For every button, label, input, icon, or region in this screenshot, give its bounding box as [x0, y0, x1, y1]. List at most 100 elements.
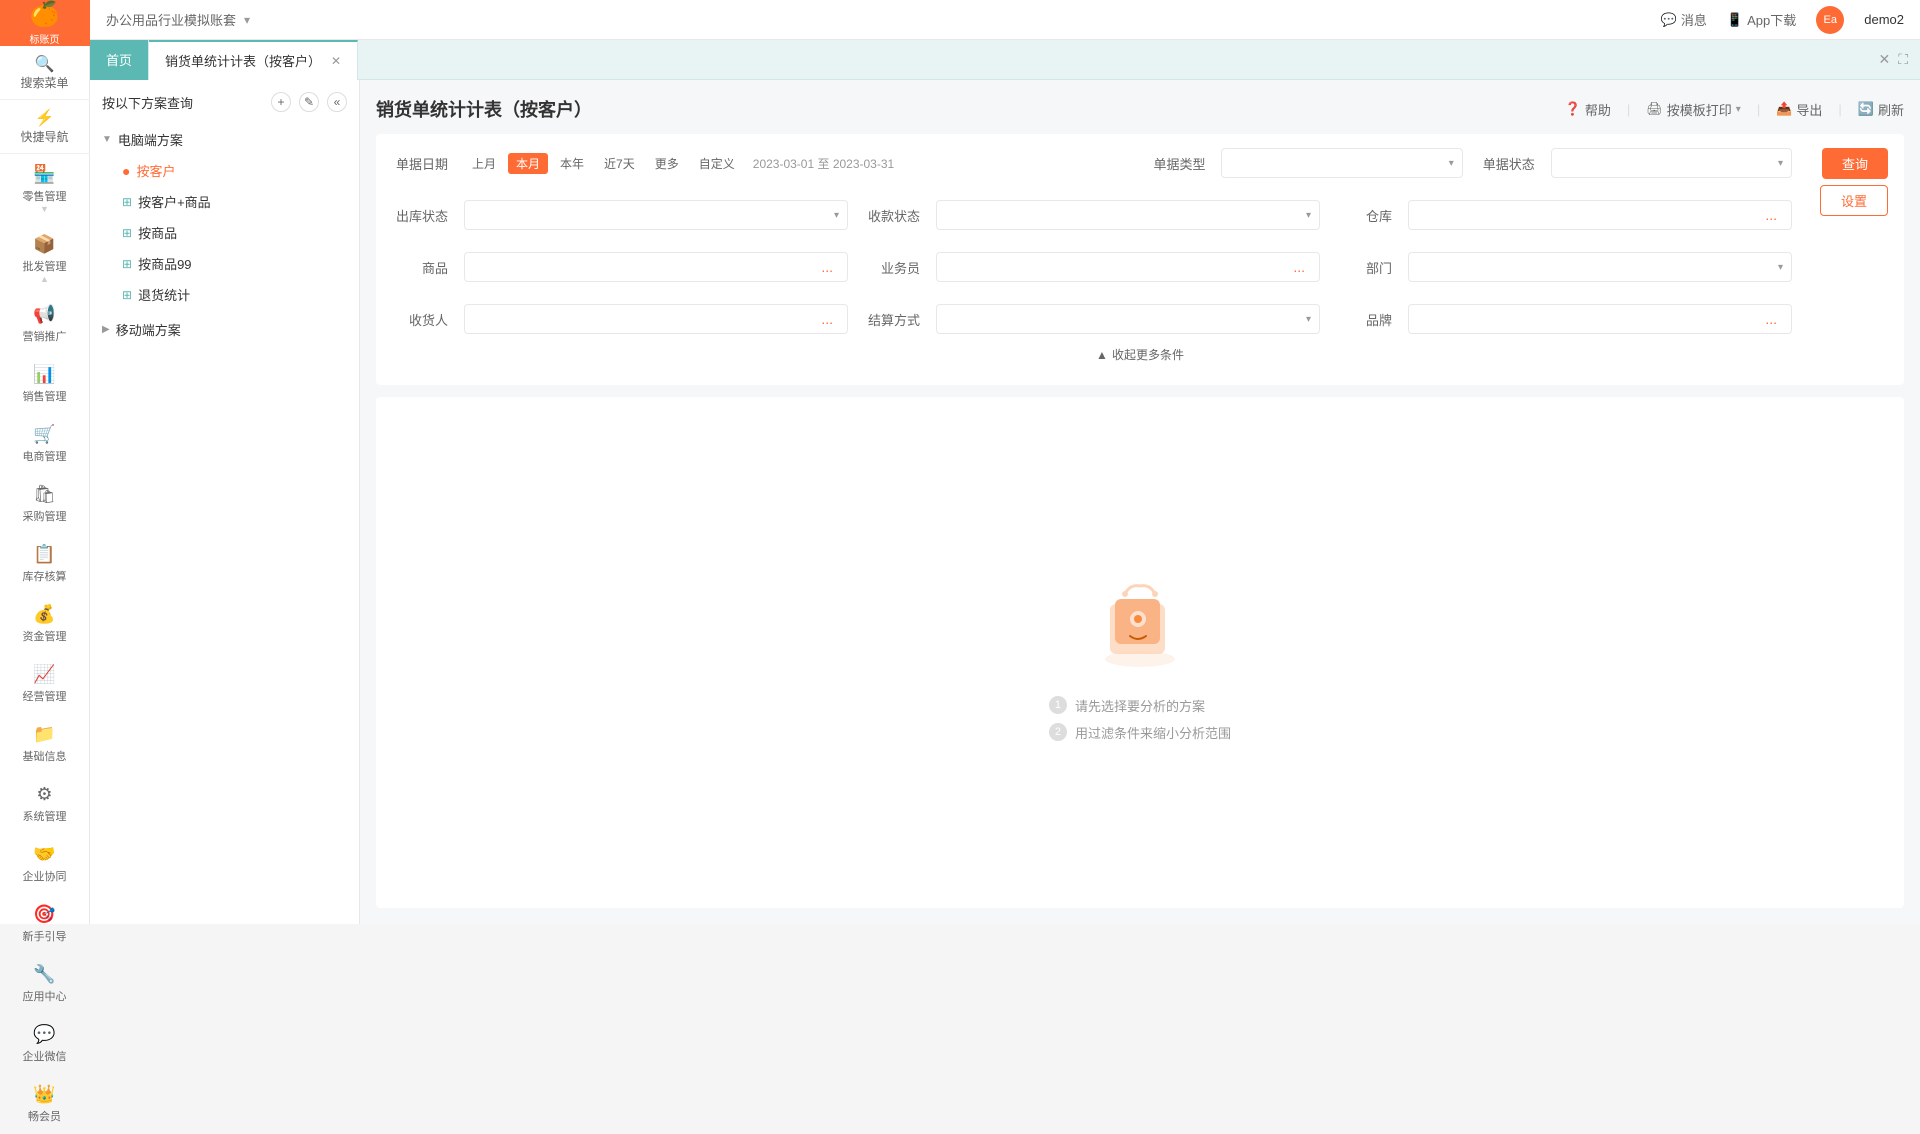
- warehouse-field[interactable]: ...: [1408, 200, 1792, 230]
- warehouse-dots[interactable]: ...: [1759, 205, 1783, 225]
- content-wrapper: 按以下方案查询 + ✎ « ▼ 电脑端方案 ● 按客户 ⊞ 按客户: [90, 80, 1920, 924]
- doc-type-select[interactable]: ▾: [1221, 148, 1462, 178]
- panel-collapse-btn[interactable]: «: [327, 92, 347, 112]
- date-btn-last7[interactable]: 近7天: [596, 153, 643, 174]
- collapse-btn[interactable]: ▲ 收起更多条件: [1084, 342, 1196, 367]
- settings-button[interactable]: 设置: [1820, 185, 1888, 216]
- sidebar-item-member[interactable]: 👑 畅会员: [0, 1074, 90, 1134]
- header-left: 办公用品行业模拟账套 ▾: [106, 10, 250, 29]
- sidebar-item-purchase-label: 采购管理: [23, 508, 67, 524]
- sidebar-item-wholesale[interactable]: 📦 批发管理 ▲: [0, 224, 90, 294]
- sidebar-item-operations[interactable]: 📈 经营管理: [0, 654, 90, 714]
- scheme-group-mobile: ▶ 移动端方案: [90, 314, 359, 345]
- scheme-by-customer-product-label: 按客户+商品: [138, 192, 211, 211]
- sidebar-item-purchase[interactable]: 🛍 采购管理: [0, 474, 90, 534]
- retail-icon: 🏪: [33, 164, 55, 185]
- sidebar-item-newuser[interactable]: 🎯 新手引导: [0, 894, 90, 954]
- date-btn-more[interactable]: 更多: [647, 153, 687, 174]
- recipient-dots[interactable]: ...: [815, 309, 839, 329]
- sidebar-logo[interactable]: 🍊 标账页: [0, 0, 90, 46]
- maximize-icon[interactable]: ⛶: [1898, 51, 1908, 68]
- message-label: 消息: [1681, 10, 1707, 29]
- message-icon: 💬: [1661, 12, 1677, 28]
- marketing-icon: 📢: [33, 304, 55, 325]
- sidebar-item-wechat[interactable]: 💬 企业微信: [0, 1014, 90, 1074]
- product-field[interactable]: ...: [464, 252, 848, 282]
- scheme-return-stat-label: 退货统计: [138, 285, 190, 304]
- tip-1-num: 1: [1049, 696, 1067, 714]
- scheme-group-mobile-header[interactable]: ▶ 移动端方案: [90, 314, 359, 345]
- recipient-field[interactable]: ...: [464, 304, 848, 334]
- desktop-group-label: 电脑端方案: [118, 130, 183, 149]
- payment-status-select[interactable]: ▾: [936, 200, 1320, 230]
- scheme-item-by-product99[interactable]: ⊞ 按商品99: [90, 248, 359, 279]
- tab-sales-stat[interactable]: 销货单统计计表（按客户） ✕: [149, 40, 358, 80]
- doc-status-select[interactable]: ▾: [1551, 148, 1792, 178]
- sidebar-item-appcenter[interactable]: 🔧 应用中心: [0, 954, 90, 1014]
- warehouse-label: 仓库: [1336, 206, 1392, 225]
- tab-sales-stat-label: 销货单统计计表（按客户）: [165, 51, 321, 70]
- out-status-arrow: ▾: [834, 210, 839, 221]
- basic-icon: 📁: [33, 724, 55, 745]
- sidebar-search[interactable]: 🔍 搜索菜单: [0, 46, 90, 100]
- tip-2-text: 用过滤条件来缩小分析范围: [1075, 723, 1231, 742]
- refresh-action[interactable]: 🔄 刷新: [1858, 100, 1904, 119]
- tab-bar: 首页 销货单统计计表（按客户） ✕ ✕ ⛶: [90, 40, 1920, 80]
- sidebar-item-enterprise[interactable]: 🤝 企业协同: [0, 834, 90, 894]
- empty-icon: [1080, 564, 1200, 684]
- header-title: 办公用品行业模拟账套: [106, 10, 236, 29]
- template-print-action[interactable]: 🖨 按模板打印 ▾: [1646, 100, 1741, 119]
- tab-home[interactable]: 首页: [90, 40, 149, 80]
- finance-icon: 💰: [33, 604, 55, 625]
- export-icon: 📤: [1776, 101, 1792, 117]
- brand-field[interactable]: ...: [1408, 304, 1792, 334]
- sidebar-item-finance[interactable]: 💰 资金管理: [0, 594, 90, 654]
- user-avatar[interactable]: Ea: [1816, 6, 1844, 34]
- sidebar-item-inventory[interactable]: 📋 库存核算: [0, 534, 90, 594]
- date-btn-this-year[interactable]: 本年: [552, 153, 592, 174]
- sidebar-item-marketing[interactable]: 📢 营销推广: [0, 294, 90, 354]
- sidebar-item-retail[interactable]: 🏪 零售管理 ▼: [0, 154, 90, 224]
- close-window-icon[interactable]: ✕: [1878, 51, 1890, 68]
- sidebar-item-sales[interactable]: 📊 销售管理: [0, 354, 90, 414]
- settlement-select[interactable]: ▾: [936, 304, 1320, 334]
- wholesale-icon: 📦: [33, 234, 55, 255]
- user-name[interactable]: demo2: [1864, 12, 1904, 27]
- app-download-icon: 📱: [1727, 12, 1743, 28]
- product-dots[interactable]: ...: [815, 257, 839, 277]
- out-status-select[interactable]: ▾: [464, 200, 848, 230]
- tab-close-icon[interactable]: ✕: [331, 54, 341, 68]
- salesperson-field[interactable]: ...: [936, 252, 1320, 282]
- purchase-icon: 🛍: [33, 484, 56, 505]
- filter-row-3: 商品 ... 业务员 ... 部门: [392, 252, 1792, 282]
- sidebar-item-ecommerce[interactable]: 🛒 电商管理: [0, 414, 90, 474]
- scheme-group-desktop-header[interactable]: ▼ 电脑端方案: [90, 124, 359, 155]
- header-dropdown-icon[interactable]: ▾: [244, 13, 250, 27]
- sidebar-item-basic[interactable]: 📁 基础信息: [0, 714, 90, 774]
- filter-row-4: 收货人 ... 结算方式 ▾ 品牌: [392, 304, 1792, 334]
- scheme-item-by-product[interactable]: ⊞ 按商品: [90, 217, 359, 248]
- date-btn-last-month[interactable]: 上月: [464, 153, 504, 174]
- panel-add-btn[interactable]: +: [271, 92, 291, 112]
- department-select[interactable]: ▾: [1408, 252, 1792, 282]
- date-btn-custom[interactable]: 自定义: [691, 153, 743, 174]
- settlement-arrow: ▾: [1306, 314, 1311, 325]
- salesperson-dots[interactable]: ...: [1287, 257, 1311, 277]
- sidebar-item-system[interactable]: ⚙ 系统管理: [0, 774, 90, 834]
- message-action[interactable]: 💬 消息: [1661, 10, 1707, 29]
- help-action[interactable]: ❓ 帮助: [1565, 100, 1611, 119]
- brand-dots[interactable]: ...: [1759, 309, 1783, 329]
- date-btn-this-month[interactable]: 本月: [508, 153, 548, 174]
- scheme-by-product-label: 按商品: [138, 223, 177, 242]
- scheme-item-return-stat[interactable]: ⊞ 退货统计: [90, 279, 359, 310]
- scheme-item-by-customer-product[interactable]: ⊞ 按客户+商品: [90, 186, 359, 217]
- export-action[interactable]: 📤 导出: [1776, 100, 1822, 119]
- scheme-item-by-customer[interactable]: ● 按客户: [90, 155, 359, 186]
- sidebar-item-retail-label: 零售管理: [23, 188, 67, 204]
- query-button[interactable]: 查询: [1822, 148, 1888, 179]
- sidebar-nav[interactable]: ⚡ 快捷导航: [0, 100, 90, 154]
- print-dropdown-arrow[interactable]: ▾: [1736, 104, 1741, 115]
- panel-edit-btn[interactable]: ✎: [299, 92, 319, 112]
- app-download-action[interactable]: 📱 App下载: [1727, 10, 1796, 29]
- sidebar-item-sales-label: 销售管理: [23, 388, 67, 404]
